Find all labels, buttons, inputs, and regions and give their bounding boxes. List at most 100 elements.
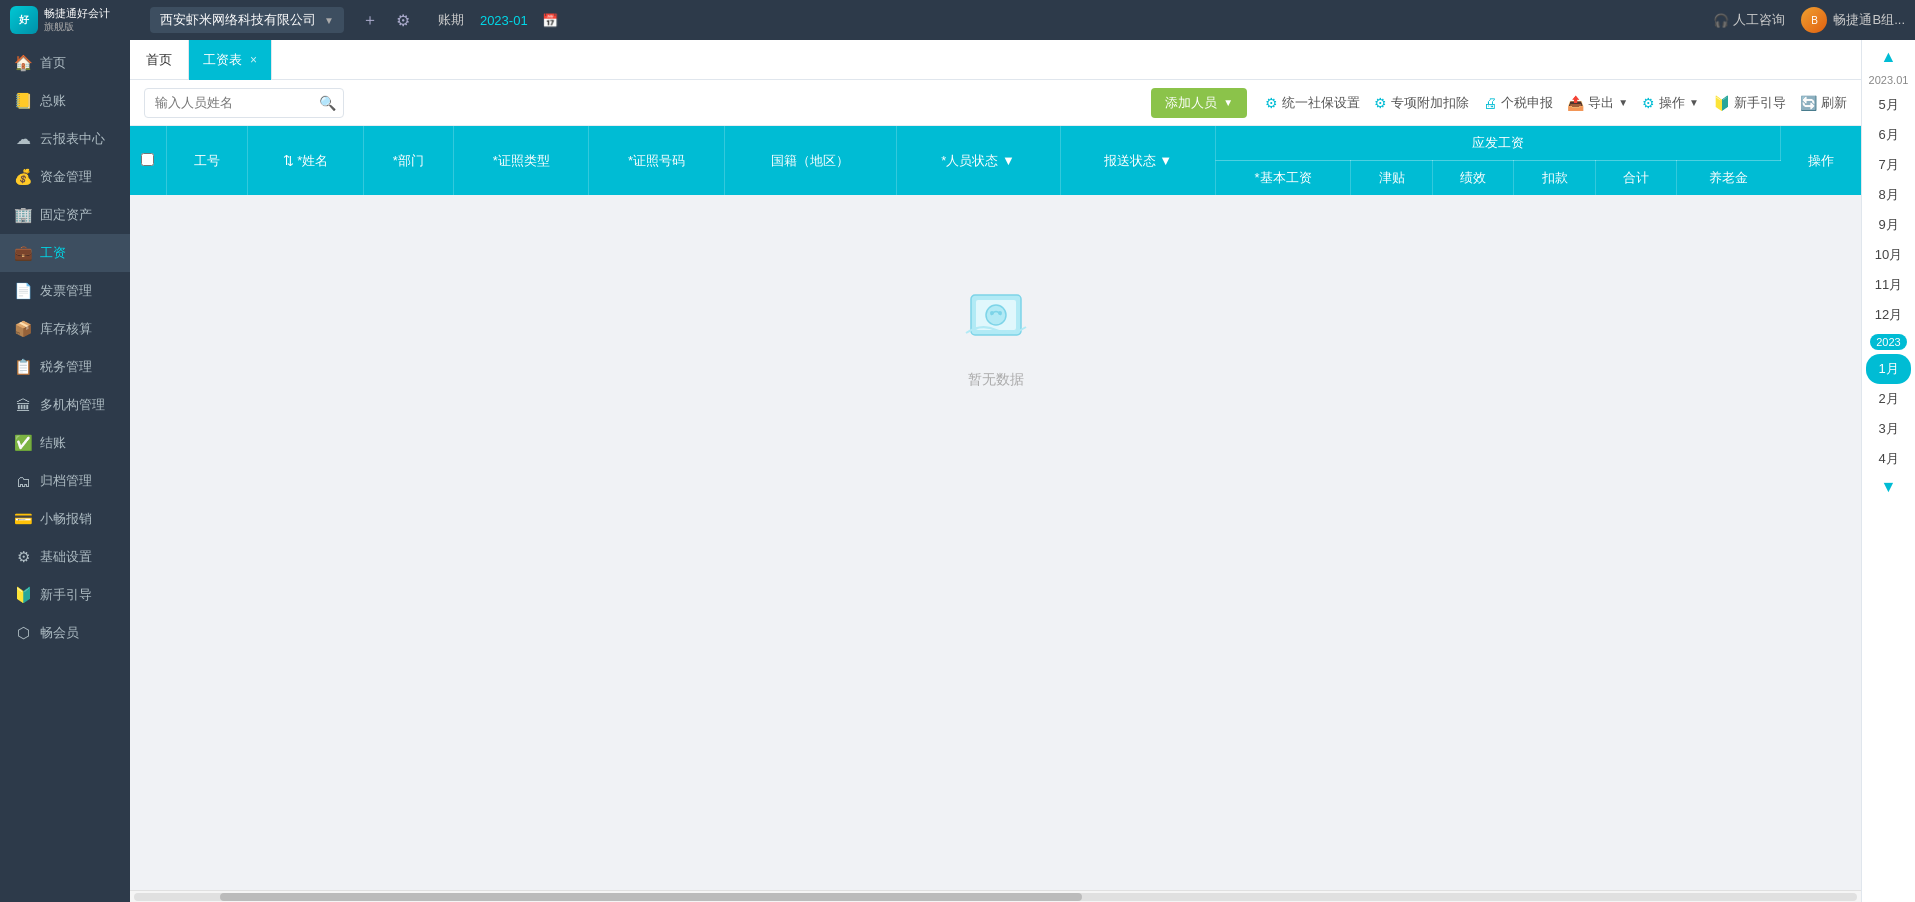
rp-month-2[interactable]: 2月 <box>1862 384 1915 414</box>
select-all-checkbox[interactable] <box>141 153 154 166</box>
fund-icon: 💰 <box>14 168 32 186</box>
special-deduction-icon: ⚙ <box>1374 95 1387 111</box>
settings-icon[interactable]: ⚙ <box>392 9 414 32</box>
th-base-salary: *基本工资 <box>1215 161 1350 196</box>
th-report-status[interactable]: 报送状态 ▼ <box>1060 126 1215 195</box>
sidebar-item-expense[interactable]: 💳 小畅报销 <box>0 500 130 538</box>
sidebar-item-label: 归档管理 <box>40 472 92 490</box>
rp-month-8[interactable]: 8月 <box>1862 180 1915 210</box>
service-button[interactable]: 🎧 人工咨询 <box>1713 11 1785 29</box>
sidebar-item-salary[interactable]: 💼 工资 <box>0 234 130 272</box>
sidebar-item-tax[interactable]: 📋 税务管理 <box>0 348 130 386</box>
export-button[interactable]: 📤 导出 ▼ <box>1567 94 1628 112</box>
sidebar-item-multi-org[interactable]: 🏛 多机构管理 <box>0 386 130 424</box>
user-name: 畅捷通B组... <box>1833 11 1905 29</box>
user-area[interactable]: B 畅捷通B组... <box>1801 7 1905 33</box>
headset-icon: 🎧 <box>1713 13 1729 28</box>
th-id-type: *证照类型 <box>454 126 589 195</box>
search-input[interactable] <box>144 88 344 118</box>
sidebar-item-settings[interactable]: ⚙ 基础设置 <box>0 538 130 576</box>
company-selector[interactable]: 西安虾米网络科技有限公司 ▼ <box>150 7 344 33</box>
th-total: 合计 <box>1595 161 1677 196</box>
data-table: 工号 ⇅ *姓名 *部门 *证照类型 *证照号码 国籍（地区） *人员状态 ▼ … <box>130 126 1861 469</box>
sidebar-item-inventory[interactable]: 📦 库存核算 <box>0 310 130 348</box>
sidebar-item-fund[interactable]: 💰 资金管理 <box>0 158 130 196</box>
rp-month-5[interactable]: 5月 <box>1862 90 1915 120</box>
scroll-down-icon[interactable]: ▼ <box>1881 474 1897 500</box>
tab-close-icon[interactable]: × <box>250 53 257 67</box>
rp-month-1-active[interactable]: 1月 <box>1866 354 1911 384</box>
home-icon: 🏠 <box>14 54 32 72</box>
scroll-thumb <box>220 893 1082 901</box>
th-salary-group: 应发工资 <box>1215 126 1780 161</box>
tab-salary-label: 工资表 <box>203 51 242 69</box>
logo-area: 好 畅捷通好会计 旗舰版 <box>10 6 140 34</box>
period-value[interactable]: 2023-01 <box>480 13 528 28</box>
archive-icon: 🗂 <box>14 473 32 490</box>
inventory-icon: 📦 <box>14 320 32 338</box>
svg-point-3 <box>990 311 994 315</box>
toolbar: 🔍 添加人员 ▼ ⚙ 统一社保设置 ⚙ 专项附加扣除 🖨 个税申报 <box>130 80 1861 126</box>
add-icon[interactable]: ＋ <box>358 8 382 33</box>
tab-salary-table[interactable]: 工资表 × <box>189 40 272 80</box>
export-arrow-icon: ▼ <box>1618 97 1628 108</box>
operations-button[interactable]: ⚙ 操作 ▼ <box>1642 94 1699 112</box>
add-person-button[interactable]: 添加人员 ▼ <box>1151 88 1247 118</box>
sidebar-item-label: 库存核算 <box>40 320 92 338</box>
sidebar-item-invoice[interactable]: 📄 发票管理 <box>0 272 130 310</box>
tax-report-icon: 🖨 <box>1483 95 1497 111</box>
refresh-button[interactable]: 🔄 刷新 <box>1800 94 1847 112</box>
sidebar-item-label: 小畅报销 <box>40 510 92 528</box>
rp-month-6[interactable]: 6月 <box>1862 120 1915 150</box>
logo-icon: 好 <box>10 6 38 34</box>
operations-icon: ⚙ <box>1642 95 1655 111</box>
sidebar-item-settle[interactable]: ✅ 结账 <box>0 424 130 462</box>
rp-month-7[interactable]: 7月 <box>1862 150 1915 180</box>
rp-month-12[interactable]: 12月 <box>1862 300 1915 330</box>
special-deduction-button[interactable]: ⚙ 专项附加扣除 <box>1374 94 1469 112</box>
social-security-button[interactable]: ⚙ 统一社保设置 <box>1265 94 1360 112</box>
assets-icon: 🏢 <box>14 206 32 224</box>
th-checkbox[interactable] <box>130 126 166 195</box>
th-id-no: *证照号码 <box>589 126 724 195</box>
sidebar-item-label: 发票管理 <box>40 282 92 300</box>
social-security-icon: ⚙ <box>1265 95 1278 111</box>
sidebar-item-ledger[interactable]: 📒 总账 <box>0 82 130 120</box>
rp-month-11[interactable]: 11月 <box>1862 270 1915 300</box>
rp-month-3[interactable]: 3月 <box>1862 414 1915 444</box>
svg-point-4 <box>998 311 1002 315</box>
scroll-up-icon[interactable]: ▲ <box>1881 44 1897 70</box>
multi-org-icon: 🏛 <box>14 397 32 414</box>
salary-icon: 💼 <box>14 244 32 262</box>
th-status[interactable]: *人员状态 ▼ <box>896 126 1060 195</box>
tax-icon: 📋 <box>14 358 32 376</box>
ledger-icon: 📒 <box>14 92 32 110</box>
search-wrap: 🔍 <box>144 88 344 118</box>
th-id: 工号 <box>166 126 248 195</box>
sidebar-item-guide[interactable]: 🔰 新手引导 <box>0 576 130 614</box>
rp-month-9[interactable]: 9月 <box>1862 210 1915 240</box>
rp-period-label: 2023.01 <box>1869 70 1909 90</box>
th-name[interactable]: ⇅ *姓名 <box>248 126 364 195</box>
rp-month-4[interactable]: 4月 <box>1862 444 1915 474</box>
sidebar-item-fixed-assets[interactable]: 🏢 固定资产 <box>0 196 130 234</box>
sidebar-item-label: 基础设置 <box>40 548 92 566</box>
rp-month-10[interactable]: 10月 <box>1862 240 1915 270</box>
sidebar-item-label: 税务管理 <box>40 358 92 376</box>
calendar-icon[interactable]: 📅 <box>542 13 558 28</box>
sidebar-item-cloud-report[interactable]: ☁ 云报表中心 <box>0 120 130 158</box>
settle-icon: ✅ <box>14 434 32 452</box>
bottom-scrollbar[interactable] <box>130 890 1861 902</box>
sidebar-item-archive[interactable]: 🗂 归档管理 <box>0 462 130 500</box>
sidebar-item-member[interactable]: ⬡ 畅会员 <box>0 614 130 652</box>
tab-home[interactable]: 首页 <box>130 40 189 80</box>
company-name: 西安虾米网络科技有限公司 <box>160 11 316 29</box>
top-header: 好 畅捷通好会计 旗舰版 西安虾米网络科技有限公司 ▼ ＋ ⚙ 账期 2023-… <box>0 0 1915 40</box>
tax-report-button[interactable]: 🖨 个税申报 <box>1483 94 1553 112</box>
guide-button[interactable]: 🔰 新手引导 <box>1713 94 1786 112</box>
sidebar-item-label: 多机构管理 <box>40 396 105 414</box>
year-badge[interactable]: 2023 <box>1870 334 1906 350</box>
sidebar-item-label: 总账 <box>40 92 66 110</box>
sidebar-item-home[interactable]: 🏠 首页 <box>0 44 130 82</box>
settings-sidebar-icon: ⚙ <box>14 548 32 566</box>
